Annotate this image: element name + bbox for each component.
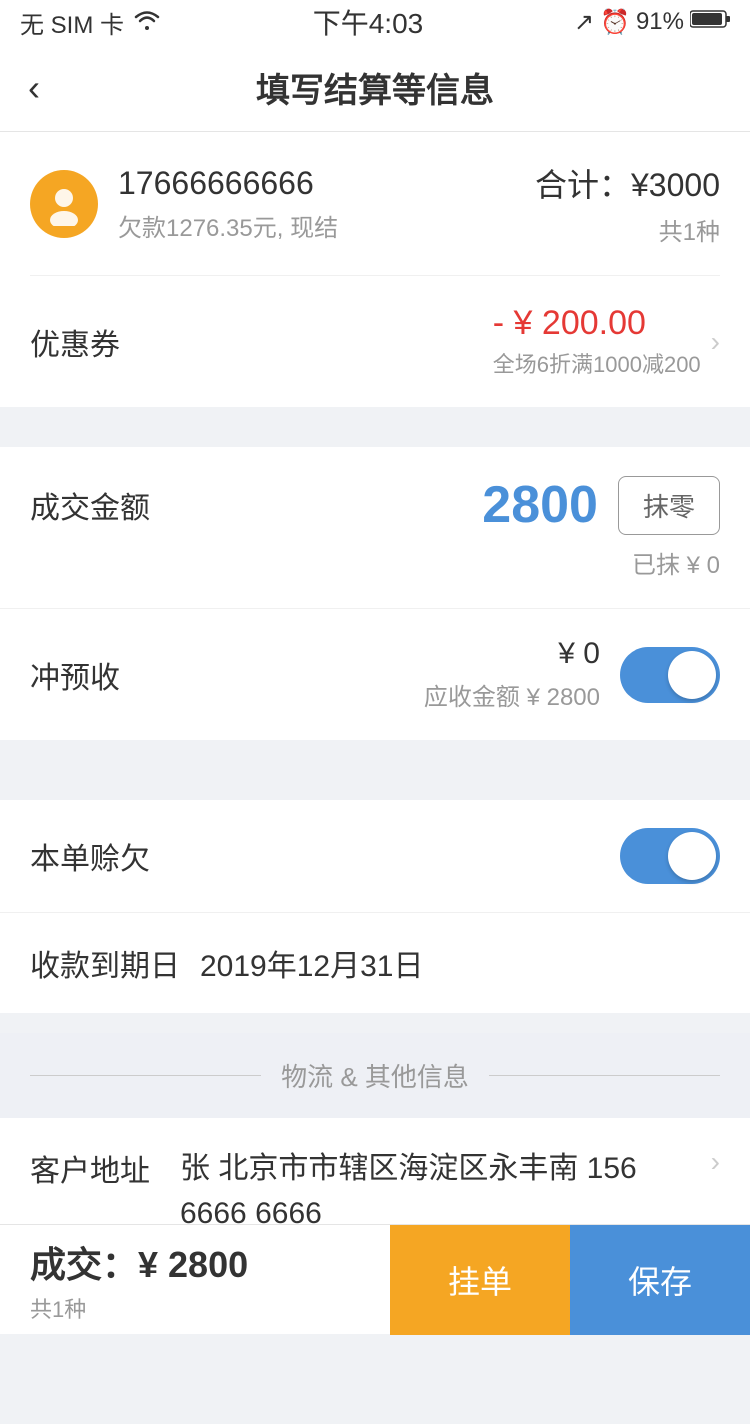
pending-button[interactable]: 挂单 — [390, 1225, 570, 1335]
due-row: 收款到期日 2019年12月31日 — [30, 941, 720, 985]
advance-section: 冲预收 ¥ 0 应收金额 ¥ 2800 — [0, 608, 750, 740]
due-label: 收款到期日 — [30, 941, 180, 985]
customer-phone: 17666666666 — [118, 165, 338, 202]
due-section: 收款到期日 2019年12月31日 — [0, 912, 750, 1013]
debt-label: 本单赊欠 — [30, 834, 150, 878]
debt-toggle-knob — [668, 832, 716, 880]
advance-label: 冲预收 — [30, 653, 120, 697]
coupon-desc: 全场6折满1000减200 — [493, 347, 701, 379]
due-value: 2019年12月31日 — [200, 941, 423, 985]
alarm-icon: ⏰ — [600, 8, 630, 37]
advance-amount-block: ¥ 0 应收金额 ¥ 2800 — [424, 637, 600, 712]
advance-toggle[interactable] — [620, 647, 720, 703]
address-row: 客户地址 张 北京市市辖区海淀区永丰南 156 6666 6666 › — [30, 1146, 720, 1236]
logistics-text: 物流 & 其他信息 — [281, 1057, 469, 1094]
status-right: ↗ ⏰ 91% — [574, 8, 730, 37]
deal-section: 成交金额 2800 抹零 已抹 ¥ 0 冲预收 ¥ 0 应收金额 ¥ 2800 — [0, 447, 750, 740]
coupon-right: - ¥ 200.00 全场6折满1000减200 › — [493, 304, 720, 379]
customer-section: 17666666666 欠款1276.35元, 现结 合计：¥3000 共1种 … — [0, 132, 750, 407]
status-time: 下午4:03 — [313, 2, 424, 42]
coupon-row[interactable]: 优惠券 - ¥ 200.00 全场6折满1000减200 › — [0, 276, 750, 407]
back-button[interactable]: ‹ — [28, 67, 40, 109]
gray-gap-2 — [0, 760, 750, 780]
coupon-amount: - ¥ 200.00 — [493, 304, 701, 343]
round-button[interactable]: 抹零 — [618, 476, 720, 535]
sim-status: 无 SIM 卡 — [20, 5, 124, 40]
nav-bar: ‹ 填写结算等信息 — [0, 44, 750, 132]
battery-level: 91% — [636, 8, 684, 36]
address-value: 张 北京市市辖区海淀区永丰南 156 6666 6666 — [180, 1146, 701, 1236]
deal-label: 成交金额 — [30, 483, 150, 527]
total-amount: 合计：¥3000 — [535, 160, 720, 206]
advance-row: 冲预收 ¥ 0 应收金额 ¥ 2800 — [30, 637, 720, 712]
customer-info: 17666666666 欠款1276.35元, 现结 — [118, 165, 338, 243]
debt-toggle[interactable] — [620, 828, 720, 884]
advance-right: ¥ 0 应收金额 ¥ 2800 — [424, 637, 720, 712]
customer-right: 合计：¥3000 共1种 — [535, 160, 720, 247]
bottom-bar: 成交：¥ 2800 共1种 挂单 保存 — [0, 1224, 750, 1334]
bottom-count: 共1种 — [30, 1292, 360, 1324]
debt-section: 本单赊欠 收款到期日 2019年12月31日 — [0, 800, 750, 1013]
location-icon: ↗ — [574, 8, 594, 37]
battery-icon — [690, 8, 730, 36]
logistics-divider: 物流 & 其他信息 — [0, 1033, 750, 1118]
avatar — [30, 170, 98, 238]
bottom-summary: 成交：¥ 2800 共1种 — [0, 1236, 390, 1324]
bottom-deal-amount: ¥ 2800 — [138, 1244, 248, 1285]
debt-row-wrap: 本单赊欠 — [0, 800, 750, 912]
advance-amount: ¥ 0 — [424, 637, 600, 671]
address-label: 客户地址 — [30, 1146, 150, 1190]
logistics-line-right — [489, 1075, 720, 1076]
toggle-knob — [668, 651, 716, 699]
customer-row: 17666666666 欠款1276.35元, 现结 合计：¥3000 共1种 — [0, 132, 750, 275]
chevron-right-icon: › — [711, 326, 720, 358]
gray-gap-1 — [0, 427, 750, 447]
customer-debt: 欠款1276.35元, 现结 — [118, 208, 338, 243]
status-left: 无 SIM 卡 — [20, 5, 162, 40]
deal-amount-row: 成交金额 2800 抹零 已抹 ¥ 0 — [0, 447, 750, 608]
total-count: 共1种 — [535, 212, 720, 247]
deal-amount: 2800 — [482, 475, 598, 535]
bottom-deal-label: 成交： — [30, 1244, 138, 1285]
debt-row: 本单赊欠 — [30, 828, 720, 884]
address-chevron-icon: › — [711, 1146, 720, 1178]
deal-sub: 已抹 ¥ 0 — [30, 545, 720, 580]
page-title: 填写结算等信息 — [256, 63, 494, 112]
status-bar: 无 SIM 卡 下午4:03 ↗ ⏰ 91% — [0, 0, 750, 44]
advance-sub: 应收金额 ¥ 2800 — [424, 677, 600, 712]
save-button[interactable]: 保存 — [570, 1225, 750, 1335]
deal-row: 成交金额 2800 抹零 — [30, 475, 720, 535]
bottom-deal: 成交：¥ 2800 — [30, 1236, 360, 1288]
deal-right: 2800 抹零 — [482, 475, 720, 535]
coupon-label: 优惠券 — [30, 320, 120, 364]
customer-left: 17666666666 欠款1276.35元, 现结 — [30, 165, 338, 243]
wifi-icon — [132, 8, 162, 37]
logistics-line-left — [30, 1075, 261, 1076]
